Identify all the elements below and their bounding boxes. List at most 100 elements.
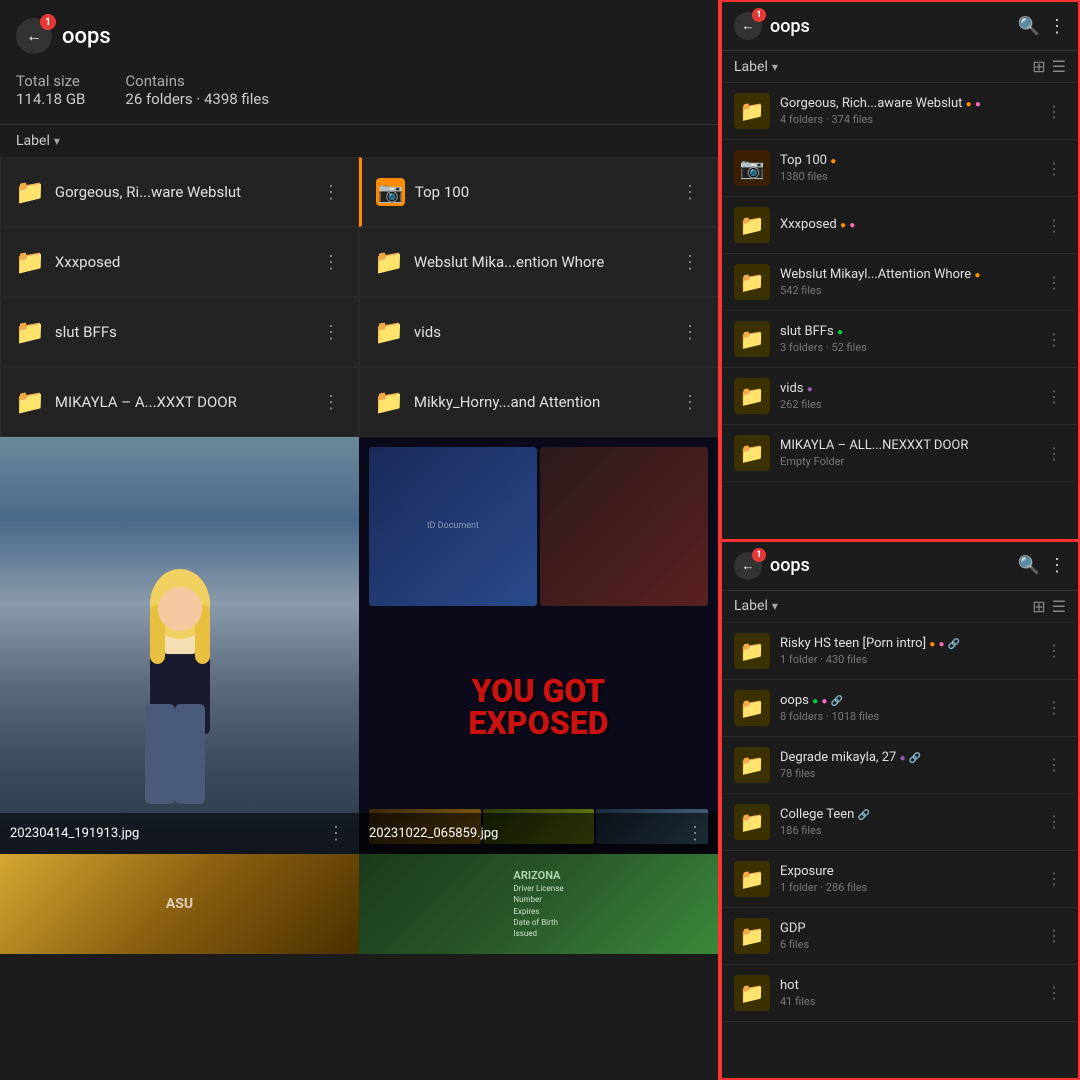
item-info: vids ● 262 files <box>780 381 1032 411</box>
more-button[interactable]: ⋮ <box>318 388 344 417</box>
right-bottom-back-button[interactable]: ← 1 <box>734 552 762 580</box>
folder-icon: 📁 <box>734 804 770 840</box>
list-item-mikayla-all[interactable]: 📁 MIKAYLA – ALL...NEXXXT DOOR Empty Fold… <box>722 425 1078 482</box>
right-top-back-button[interactable]: ← 1 <box>734 12 762 40</box>
back-button[interactable]: ← 1 <box>16 18 52 54</box>
folder-item-slutbffs[interactable]: 📁 slut BFFs ⋮ <box>0 297 359 367</box>
more-button[interactable]: ⋮ <box>1042 269 1066 296</box>
list-item-exposure[interactable]: 📁 Exposure 1 folder · 286 files ⋮ <box>722 851 1078 908</box>
contains-value: 26 folders · 4398 files <box>125 90 269 108</box>
folder-name: Webslut Mika...ention Whore <box>414 253 667 271</box>
list-view-icon[interactable]: ☰ <box>1052 597 1066 616</box>
list-view-icon[interactable]: ☰ <box>1052 57 1066 76</box>
folder-name: Xxxposed <box>55 253 308 271</box>
more-button[interactable]: ⋮ <box>1042 865 1066 892</box>
list-item-degrade[interactable]: 📁 Degrade mikayla, 27 ● 🔗 78 files ⋮ <box>722 737 1078 794</box>
more-button[interactable]: ⋮ <box>677 388 703 417</box>
list-item-college-teen[interactable]: 📁 College Teen 🔗 186 files ⋮ <box>722 794 1078 851</box>
notification-badge: 1 <box>752 8 766 22</box>
folder-name: Mikky_Horny...and Attention <box>414 393 667 411</box>
more-button[interactable]: ⋮ <box>318 178 344 207</box>
more-vert-icon[interactable]: ⋮ <box>1048 555 1066 576</box>
more-button[interactable]: ⋮ <box>1042 155 1066 182</box>
more-button[interactable]: ⋮ <box>677 178 703 207</box>
search-icon[interactable]: 🔍 <box>1018 555 1040 576</box>
item-name: hot <box>780 978 1032 993</box>
folder-name: slut BFFs <box>55 323 308 341</box>
dot-purple: ● <box>807 384 813 395</box>
left-header: ← 1 oops Total size 114.18 GB Contains 2… <box>0 0 718 125</box>
list-item-hot[interactable]: 📁 hot 41 files ⋮ <box>722 965 1078 1022</box>
folder-item-webslut[interactable]: 📁 Webslut Mika...ention Whore ⋮ <box>359 227 718 297</box>
label-filter-row[interactable]: Label ▾ <box>0 125 718 157</box>
more-button[interactable]: ⋮ <box>1042 694 1066 721</box>
dot-orange: ● <box>840 220 846 231</box>
more-button[interactable]: ⋮ <box>1042 212 1066 239</box>
more-button[interactable]: ⋮ <box>318 248 344 277</box>
list-item-oops[interactable]: 📁 oops ● ● 🔗 8 folders · 1018 files ⋮ <box>722 680 1078 737</box>
folder-item-vids[interactable]: 📁 vids ⋮ <box>359 297 718 367</box>
more-button[interactable]: ⋮ <box>1042 922 1066 949</box>
list-item-gdp[interactable]: 📁 GDP 6 files ⋮ <box>722 908 1078 965</box>
grid-view-icon[interactable]: ⊞ <box>1032 57 1045 76</box>
more-button[interactable]: ⋮ <box>677 248 703 277</box>
item-info: oops ● ● 🔗 8 folders · 1018 files <box>780 693 1032 723</box>
photo-item-1[interactable]: 20230414_191913.jpg ⋮ <box>0 437 359 854</box>
more-button[interactable]: ⋮ <box>318 318 344 347</box>
notification-badge: 1 <box>752 548 766 562</box>
list-item-vids[interactable]: 📁 vids ● 262 files ⋮ <box>722 368 1078 425</box>
list-item-webslut[interactable]: 📁 Webslut Mikayl...Attention Whore ● 542… <box>722 254 1078 311</box>
item-info: hot 41 files <box>780 978 1032 1008</box>
right-top-title: oops <box>770 16 1010 37</box>
item-name: oops ● ● 🔗 <box>780 693 1032 708</box>
item-name: Degrade mikayla, 27 ● 🔗 <box>780 750 1032 765</box>
more-button[interactable]: ⋮ <box>1042 440 1066 467</box>
more-button[interactable]: ⋮ <box>1042 98 1066 125</box>
search-icon[interactable]: 🔍 <box>1018 16 1040 37</box>
folder-item-xxxposed[interactable]: 📁 Xxxposed ⋮ <box>0 227 359 297</box>
photo-item-4[interactable]: ARIZONA Driver License Number Expires Da… <box>359 854 718 954</box>
more-button[interactable]: ⋮ <box>1042 751 1066 778</box>
item-info: MIKAYLA – ALL...NEXXXT DOOR Empty Folder <box>780 438 1032 468</box>
item-meta: 41 files <box>780 995 1032 1008</box>
item-name: College Teen 🔗 <box>780 807 1032 822</box>
photo-item-2[interactable]: ID Document YOU GOTEXPOSED 20231022_0658… <box>359 437 718 854</box>
more-button[interactable]: ⋮ <box>1042 637 1066 664</box>
dot-green: ● <box>837 327 843 338</box>
chevron-down-icon: ▾ <box>772 599 778 613</box>
grid-view-icon[interactable]: ⊞ <box>1032 597 1045 616</box>
folder-icon: 📁 <box>734 264 770 300</box>
more-button[interactable]: ⋮ <box>1042 383 1066 410</box>
right-top-label-row: Label ▾ ⊞ ☰ <box>722 51 1078 83</box>
item-meta: 1 folder · 286 files <box>780 881 1032 894</box>
folder-item-gorgeous[interactable]: 📁 Gorgeous, Ri...ware Webslut ⋮ <box>0 157 359 227</box>
photo-item-3[interactable]: ASU <box>0 854 359 954</box>
folder-item-top100[interactable]: 📷 Top 100 ⋮ <box>359 157 718 227</box>
right-panel: ← 1 oops 🔍 ⋮ Label ▾ ⊞ ☰ 📁 Gorgeous <box>720 0 1080 1080</box>
list-item-slutbffs[interactable]: 📁 slut BFFs ● 3 folders · 52 files ⋮ <box>722 311 1078 368</box>
link-icon: 🔗 <box>858 810 870 821</box>
more-button[interactable]: ⋮ <box>677 318 703 347</box>
folder-name: Gorgeous, Ri...ware Webslut <box>55 183 308 201</box>
folder-item-mikky[interactable]: 📁 Mikky_Horny...and Attention ⋮ <box>359 367 718 437</box>
label-text: Label <box>734 59 768 75</box>
list-item-xxxposed[interactable]: 📁 Xxxposed ● ● ⋮ <box>722 197 1078 254</box>
photo-more-button-1[interactable]: ⋮ <box>323 819 349 848</box>
list-item-gorgeous[interactable]: 📁 Gorgeous, Rich...aware Webslut ● ● 4 f… <box>722 83 1078 140</box>
more-button[interactable]: ⋮ <box>1042 326 1066 353</box>
folder-icon: 📁 <box>734 861 770 897</box>
more-button[interactable]: ⋮ <box>1042 979 1066 1006</box>
folder-icon: 📁 <box>734 633 770 669</box>
more-vert-icon[interactable]: ⋮ <box>1048 16 1066 37</box>
folder-icon: 📁 <box>734 207 770 243</box>
right-top-header: ← 1 oops 🔍 ⋮ <box>722 2 1078 51</box>
item-meta: 542 files <box>780 284 1032 297</box>
list-item-top100[interactable]: 📷 Top 100 ● 1380 files ⋮ <box>722 140 1078 197</box>
folder-item-mikayla[interactable]: 📁 MIKAYLA – A...XXXT DOOR ⋮ <box>0 367 359 437</box>
list-item-risky[interactable]: 📁 Risky HS teen [Porn intro] ● ● 🔗 1 fol… <box>722 623 1078 680</box>
more-button[interactable]: ⋮ <box>1042 808 1066 835</box>
folder-info: Total size 114.18 GB Contains 26 folders… <box>16 68 702 112</box>
item-info: Gorgeous, Rich...aware Webslut ● ● 4 fol… <box>780 96 1032 126</box>
item-name: Gorgeous, Rich...aware Webslut ● ● <box>780 96 1032 111</box>
photo-more-button-2[interactable]: ⋮ <box>682 819 708 848</box>
